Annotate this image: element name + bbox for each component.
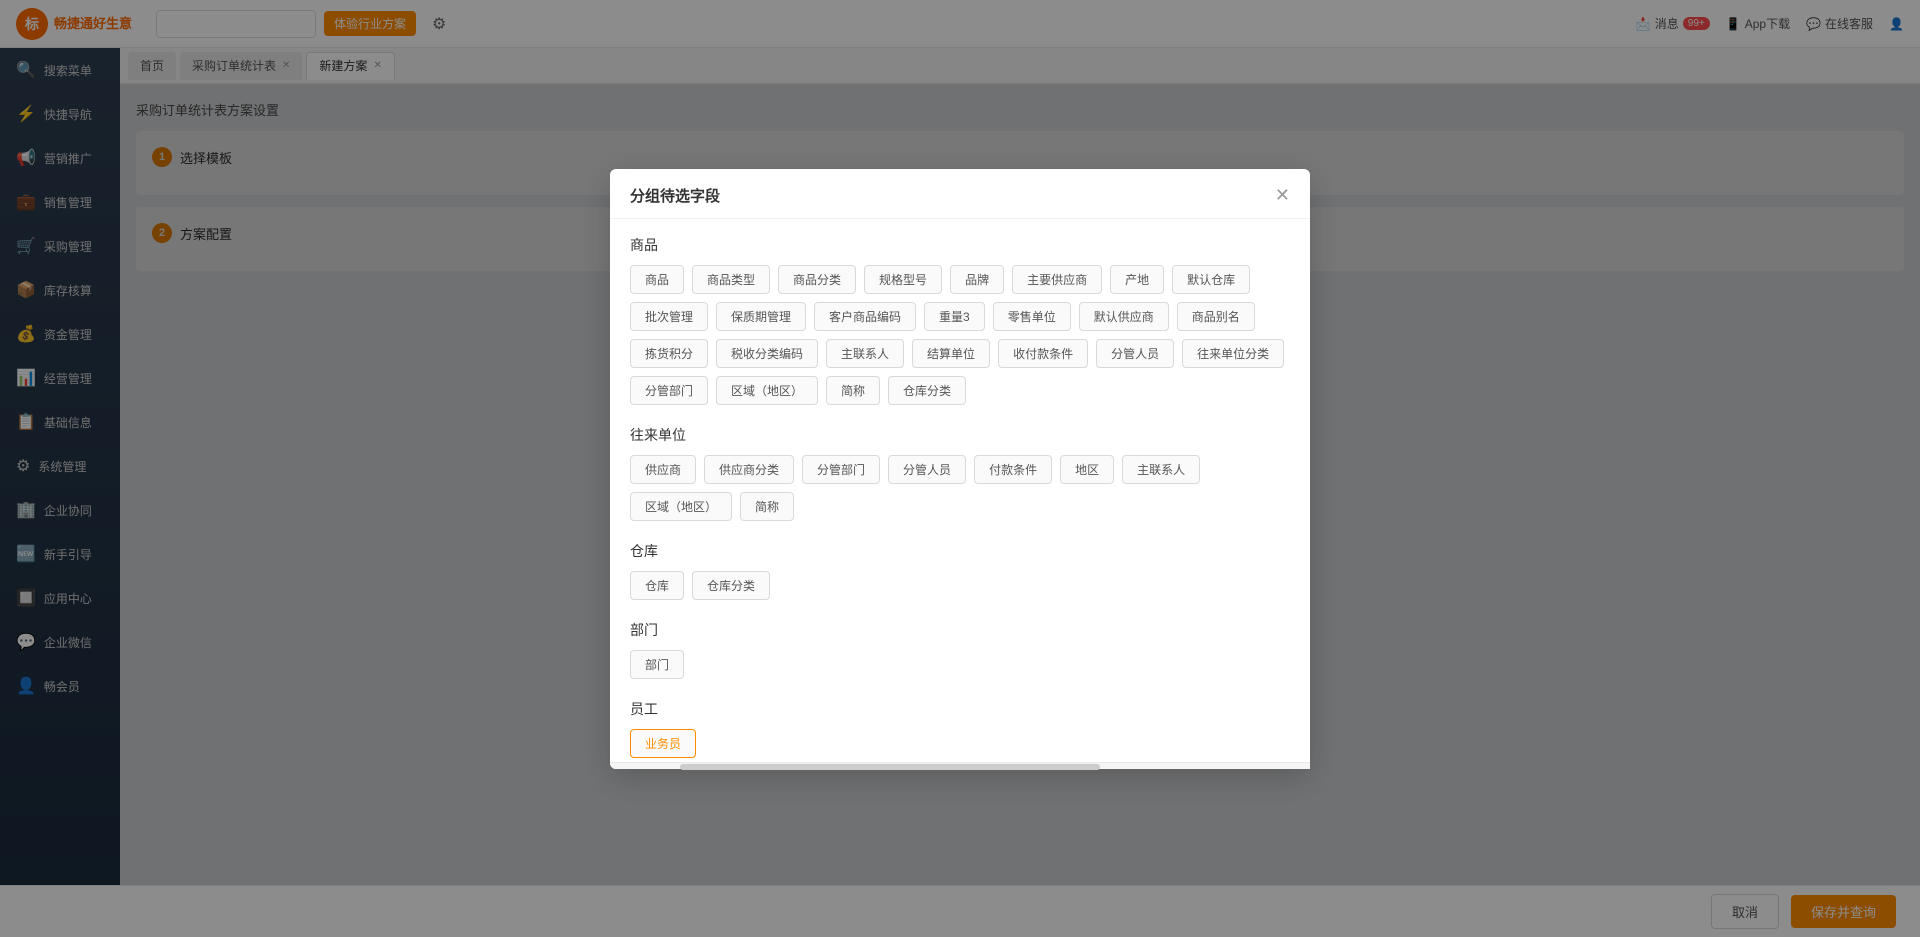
field-tag-0-22[interactable]: 分管部门 [630,376,708,405]
field-tag-0-5[interactable]: 主要供应商 [1012,265,1102,294]
field-tag-0-9[interactable]: 保质期管理 [716,302,806,331]
field-tag-0-11[interactable]: 重量3 [924,302,985,331]
field-tag-1-3[interactable]: 分管人员 [888,455,966,484]
field-tag-4-0[interactable]: 业务员 [630,729,696,758]
field-tag-0-20[interactable]: 分管人员 [1096,339,1174,368]
field-group-title-0: 商品 [630,235,1290,255]
field-tag-0-1[interactable]: 商品类型 [692,265,770,294]
field-tag-1-6[interactable]: 主联系人 [1122,455,1200,484]
field-tag-0-17[interactable]: 主联系人 [826,339,904,368]
field-tag-1-2[interactable]: 分管部门 [802,455,880,484]
field-tag-0-8[interactable]: 批次管理 [630,302,708,331]
field-tags-4: 业务员 [630,729,1290,758]
field-tag-0-25[interactable]: 仓库分类 [888,376,966,405]
field-tag-0-7[interactable]: 默认仓库 [1172,265,1250,294]
dialog-title: 分组待选字段 [630,185,720,206]
field-tag-1-5[interactable]: 地区 [1060,455,1114,484]
field-tag-0-0[interactable]: 商品 [630,265,684,294]
field-tag-2-1[interactable]: 仓库分类 [692,571,770,600]
field-tag-0-19[interactable]: 收付款条件 [998,339,1088,368]
field-group-2: 仓库仓库仓库分类 [630,541,1290,600]
field-tags-2: 仓库仓库分类 [630,571,1290,600]
field-tag-0-18[interactable]: 结算单位 [912,339,990,368]
field-tag-1-4[interactable]: 付款条件 [974,455,1052,484]
field-group-title-2: 仓库 [630,541,1290,561]
field-tags-0: 商品商品类型商品分类规格型号品牌主要供应商产地默认仓库批次管理保质期管理客户商品… [630,265,1290,405]
field-tag-0-13[interactable]: 默认供应商 [1079,302,1169,331]
field-tag-0-10[interactable]: 客户商品编码 [814,302,916,331]
field-tag-1-8[interactable]: 简称 [740,492,794,521]
close-icon[interactable]: ✕ [1275,186,1290,204]
field-tag-1-1[interactable]: 供应商分类 [704,455,794,484]
dialog-horizontal-scrollbar[interactable] [610,762,1310,769]
field-tag-0-2[interactable]: 商品分类 [778,265,856,294]
overlay: 分组待选字段 ✕ 商品商品商品类型商品分类规格型号品牌主要供应商产地默认仓库批次… [0,0,1920,937]
field-tag-0-16[interactable]: 税收分类编码 [716,339,818,368]
field-tag-0-14[interactable]: 商品别名 [1177,302,1255,331]
field-group-1: 往来单位供应商供应商分类分管部门分管人员付款条件地区主联系人区域（地区） 简称 [630,425,1290,521]
dialog-body[interactable]: 商品商品商品类型商品分类规格型号品牌主要供应商产地默认仓库批次管理保质期管理客户… [610,219,1310,762]
field-tag-0-23[interactable]: 区域（地区） [716,376,818,405]
scrollbar-thumb [680,764,1100,770]
field-group-title-4: 员工 [630,699,1290,719]
field-tag-0-4[interactable]: 品牌 [950,265,1004,294]
field-tag-1-0[interactable]: 供应商 [630,455,696,484]
field-group-3: 部门部门 [630,620,1290,679]
field-tag-0-12[interactable]: 零售单位 [993,302,1071,331]
dialog: 分组待选字段 ✕ 商品商品商品类型商品分类规格型号品牌主要供应商产地默认仓库批次… [610,169,1310,769]
field-tag-2-0[interactable]: 仓库 [630,571,684,600]
field-group-4: 员工业务员 [630,699,1290,758]
dialog-header: 分组待选字段 ✕ [610,169,1310,219]
field-tag-0-24[interactable]: 简称 [826,376,880,405]
field-tag-0-3[interactable]: 规格型号 [864,265,942,294]
field-tag-3-0[interactable]: 部门 [630,650,684,679]
field-tag-0-15[interactable]: 拣货积分 [630,339,708,368]
field-tag-0-21[interactable]: 往来单位分类 [1182,339,1284,368]
field-tags-3: 部门 [630,650,1290,679]
field-tag-1-7[interactable]: 区域（地区） [630,492,732,521]
field-group-title-3: 部门 [630,620,1290,640]
field-group-title-1: 往来单位 [630,425,1290,445]
field-group-0: 商品商品商品类型商品分类规格型号品牌主要供应商产地默认仓库批次管理保质期管理客户… [630,235,1290,405]
field-tag-0-6[interactable]: 产地 [1110,265,1164,294]
field-tags-1: 供应商供应商分类分管部门分管人员付款条件地区主联系人区域（地区） 简称 [630,455,1290,521]
